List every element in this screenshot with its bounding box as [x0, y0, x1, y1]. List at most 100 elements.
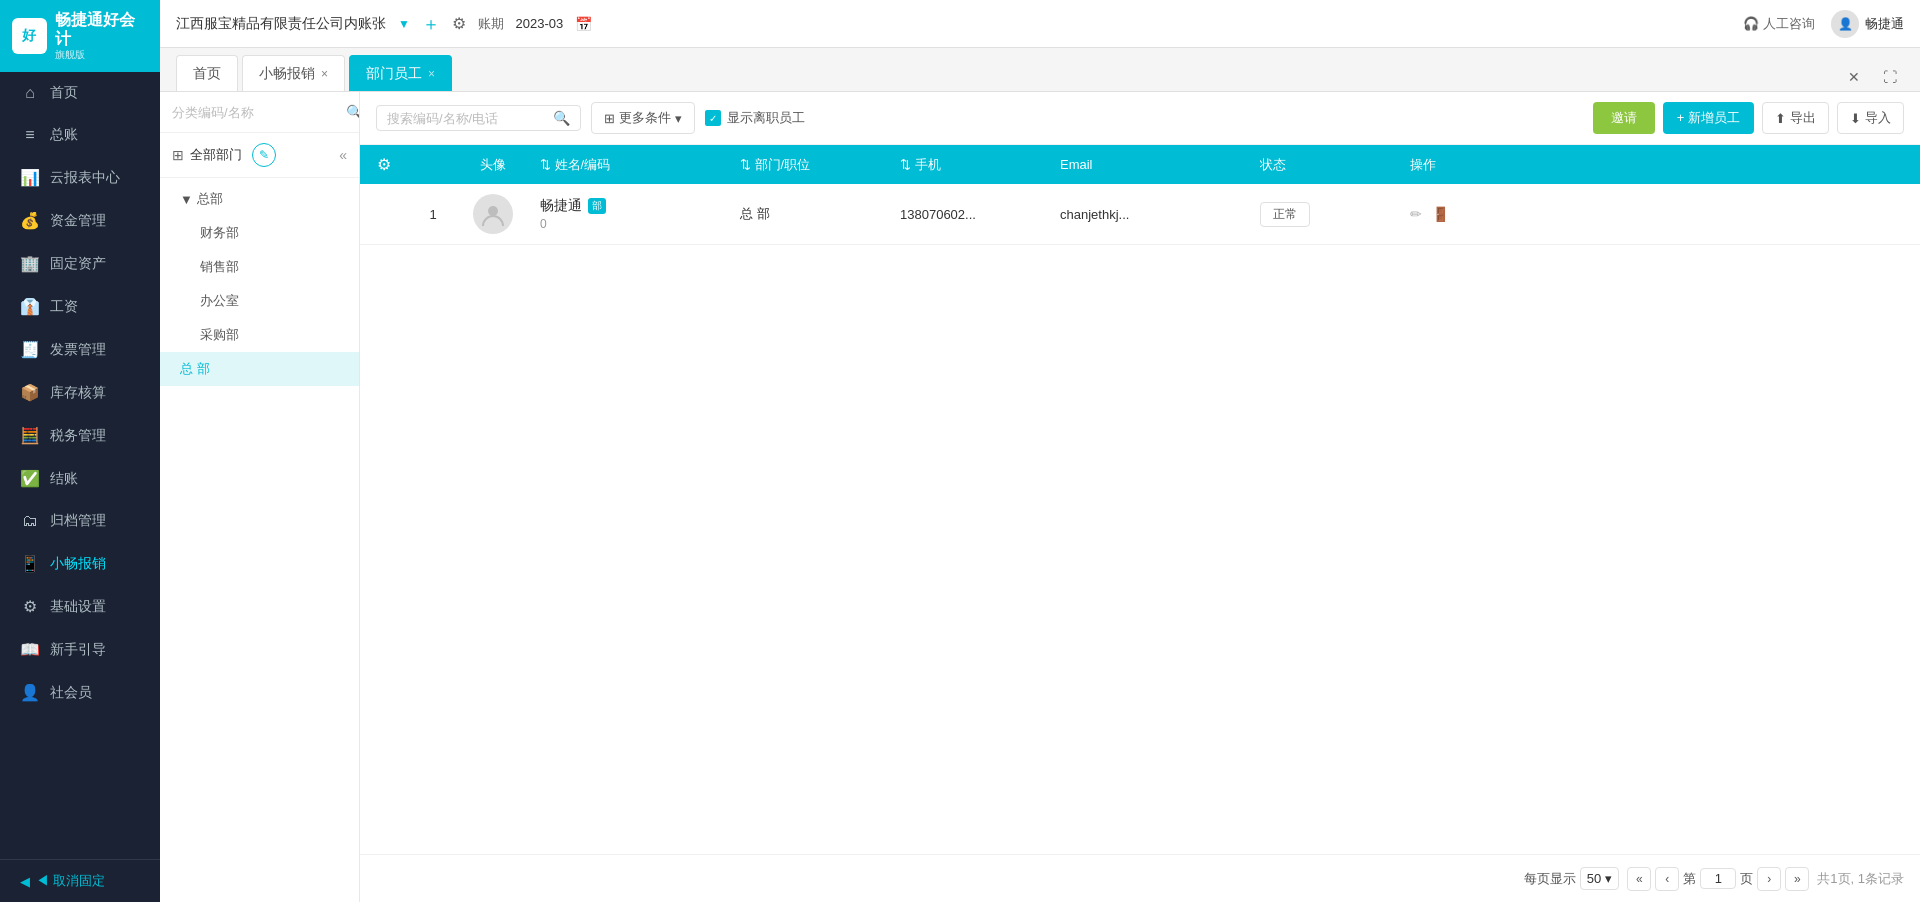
dept-edit-button[interactable]: ✎ — [252, 143, 276, 167]
funds-icon: 💰 — [20, 211, 40, 230]
page-next-button[interactable]: › — [1757, 867, 1781, 891]
sidebar-item-reports[interactable]: 📊 云报表中心 — [0, 156, 160, 199]
table-col-phone[interactable]: ⇅ 手机 — [888, 145, 1048, 184]
sidebar-item-tax[interactable]: 🧮 税务管理 — [0, 414, 160, 457]
table-settings-icon[interactable]: ⚙ — [377, 156, 391, 173]
topbar-right: 🎧 人工咨询 👤 畅捷通 — [1743, 10, 1904, 38]
tab-expense-close[interactable]: × — [321, 68, 328, 80]
sidebar-item-social[interactable]: 👤 社会员 — [0, 671, 160, 714]
user-menu-button[interactable]: 👤 畅捷通 — [1831, 10, 1904, 38]
logout-employee-button[interactable]: 🚪 — [1432, 206, 1449, 222]
assets-icon: 🏢 — [20, 254, 40, 273]
page-prev-button[interactable]: ‹ — [1655, 867, 1679, 891]
row-actions: ✏ 🚪 — [1398, 184, 1920, 245]
row-name-cell: 畅捷通 部 0 — [528, 184, 728, 245]
sidebar-item-invoice[interactable]: 🧾 发票管理 — [0, 328, 160, 371]
employee-avatar — [473, 194, 513, 234]
sidebar-item-ledger[interactable]: ≡ 总账 — [0, 114, 160, 156]
row-phone: 138070602... — [888, 184, 1048, 245]
sidebar-item-salary[interactable]: 👔 工资 — [0, 285, 160, 328]
sidebar-item-label: 小畅报销 — [50, 555, 106, 573]
filter-label: 更多条件 — [619, 109, 671, 127]
fullscreen-tab-button[interactable]: ⛶ — [1876, 63, 1904, 91]
dept-group-label: 总部 — [197, 190, 223, 208]
tab-home-label: 首页 — [193, 65, 221, 83]
employee-tag: 部 — [588, 198, 606, 214]
headset-icon: 🎧 — [1743, 16, 1759, 31]
dept-node-label: 办公室 — [200, 292, 239, 310]
sidebar-unpin-button[interactable]: ◀ ◀ 取消固定 — [0, 859, 160, 902]
sidebar-item-settings[interactable]: ⚙ 基础设置 — [0, 585, 160, 628]
page-next-icon: › — [1767, 872, 1771, 886]
dept-collapse-button[interactable]: « — [339, 147, 347, 163]
close-period-icon: ✅ — [20, 469, 40, 488]
table-col-action: 操作 — [1398, 145, 1920, 184]
company-name: 江西服宝精品有限责任公司内账张 — [176, 15, 386, 33]
tab-home[interactable]: 首页 — [176, 55, 238, 91]
sidebar-nav-scroll: ⌂ 首页 ≡ 总账 📊 云报表中心 💰 资金管理 🏢 固定资产 👔 工资 🧾 发… — [0, 72, 160, 859]
col-name-label: ⇅ 姓名/编码 — [540, 157, 610, 172]
page-last-button[interactable]: » — [1785, 867, 1809, 891]
toolbar-right-actions: 邀请 + 新增员工 ⬆ 导出 ⬇ 导入 — [1593, 102, 1904, 134]
more-filter-button[interactable]: ⊞ 更多条件 ▾ — [591, 102, 695, 134]
calendar-icon[interactable]: 📅 — [575, 16, 592, 32]
sidebar: 好 畅捷通好会计 旗舰版 ⌂ 首页 ≡ 总账 📊 云报表中心 💰 资金管理 🏢 … — [0, 0, 160, 902]
company-dropdown-button[interactable]: ▼ — [398, 17, 410, 31]
user-name: 畅捷通 — [1865, 15, 1904, 33]
invoice-icon: 🧾 — [20, 340, 40, 359]
export-label: 导出 — [1790, 109, 1816, 127]
import-button[interactable]: ⬇ 导入 — [1837, 102, 1904, 134]
sidebar-item-archive[interactable]: 🗂 归档管理 — [0, 500, 160, 542]
page-number-input[interactable] — [1700, 868, 1736, 889]
dept-node-group: ▼ 总部 — [160, 182, 359, 216]
topbar-settings-button[interactable]: ⚙ — [452, 14, 466, 33]
sidebar-item-funds[interactable]: 💰 资金管理 — [0, 199, 160, 242]
employee-search-icon[interactable]: 🔍 — [553, 110, 570, 126]
sidebar-item-label: 归档管理 — [50, 512, 106, 530]
tab-expense[interactable]: 小畅报销 × — [242, 55, 345, 91]
home-icon: ⌂ — [20, 84, 40, 102]
table-col-dept[interactable]: ⇅ 部门/职位 — [728, 145, 888, 184]
page-nav: « ‹ 第 页 › » — [1627, 867, 1809, 891]
expense-icon: 📱 — [20, 554, 40, 573]
dept-search-icon[interactable]: 🔍 — [346, 104, 360, 120]
dept-node-label: 财务部 — [200, 224, 239, 242]
sidebar-item-guide[interactable]: 📖 新手引导 — [0, 628, 160, 671]
page-size-dropdown[interactable]: 50 ▾ — [1580, 867, 1619, 890]
support-label: 人工咨询 — [1763, 15, 1815, 33]
dept-node-finance[interactable]: 财务部 — [160, 216, 359, 250]
invite-button[interactable]: 邀请 — [1593, 102, 1655, 134]
add-employee-button[interactable]: + 新增员工 — [1663, 102, 1754, 134]
unpin-icon: ◀ — [20, 874, 30, 889]
sidebar-item-home[interactable]: ⌂ 首页 — [0, 72, 160, 114]
close-tab-button[interactable]: ✕ — [1840, 63, 1868, 91]
sidebar-item-expense[interactable]: 📱 小畅报销 — [0, 542, 160, 585]
status-badge: 正常 — [1260, 202, 1310, 227]
tab-dept-emp-close[interactable]: × — [428, 68, 435, 80]
export-button[interactable]: ⬆ 导出 — [1762, 102, 1829, 134]
support-button[interactable]: 🎧 人工咨询 — [1743, 15, 1815, 33]
dept-node-office[interactable]: 办公室 — [160, 284, 359, 318]
dept-search-input[interactable] — [172, 105, 340, 120]
row-status: 正常 — [1248, 184, 1398, 245]
sidebar-logo[interactable]: 好 畅捷通好会计 旗舰版 — [0, 0, 160, 72]
col-phone-label: ⇅ 手机 — [900, 157, 941, 172]
table-row: 1 — [360, 184, 1920, 245]
tab-dept-emp[interactable]: 部门员工 × — [349, 55, 452, 91]
page-first-button[interactable]: « — [1627, 867, 1651, 891]
salary-icon: 👔 — [20, 297, 40, 316]
sidebar-item-inventory[interactable]: 📦 库存核算 — [0, 371, 160, 414]
table-settings-col[interactable]: ⚙ — [360, 145, 408, 184]
dept-node-sales[interactable]: 销售部 — [160, 250, 359, 284]
show-resigned-checkbox[interactable]: ✓ 显示离职员工 — [705, 109, 805, 127]
dept-node-purchase[interactable]: 采购部 — [160, 318, 359, 352]
dept-all-header[interactable]: ⊞ 全部部门 ✎ « — [160, 133, 359, 178]
dept-node-hq[interactable]: 总 部 — [160, 352, 359, 386]
edit-employee-button[interactable]: ✏ — [1410, 206, 1422, 222]
sidebar-item-assets[interactable]: 🏢 固定资产 — [0, 242, 160, 285]
add-company-button[interactable]: ＋ — [422, 15, 440, 33]
employee-search-input[interactable] — [387, 111, 547, 126]
table-col-name[interactable]: ⇅ 姓名/编码 — [528, 145, 728, 184]
checkbox-checked-icon: ✓ — [705, 110, 721, 126]
sidebar-item-close[interactable]: ✅ 结账 — [0, 457, 160, 500]
